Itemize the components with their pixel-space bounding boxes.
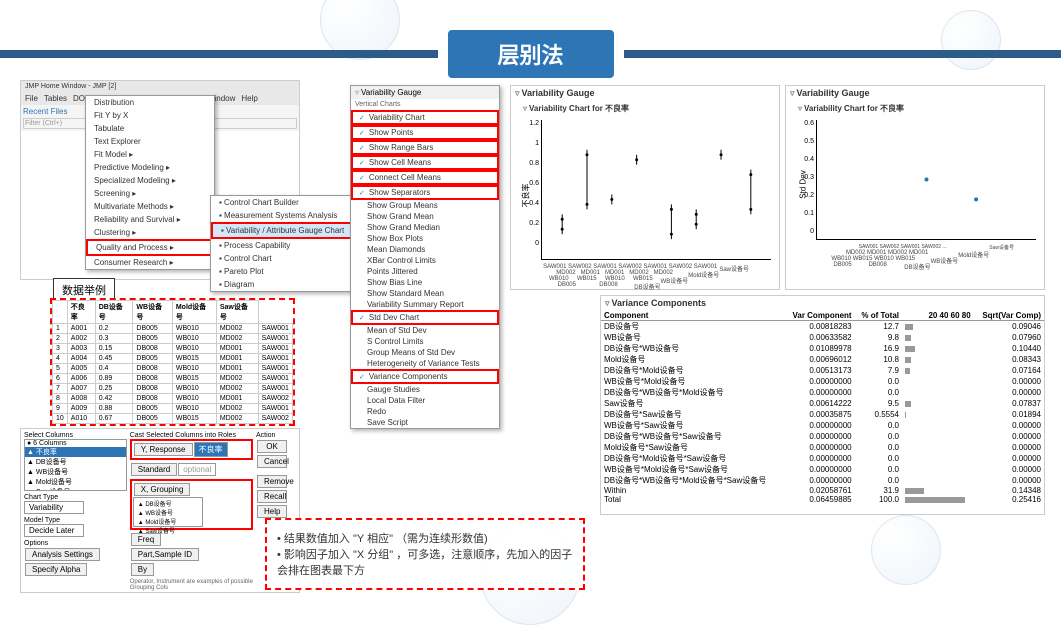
remove-button[interactable]: Remove bbox=[257, 475, 287, 488]
analyze-item[interactable]: Tabulate bbox=[86, 122, 214, 135]
variability-chart-2: ▿Variability Gauge ▿Variability Chart fo… bbox=[785, 85, 1045, 290]
operator-note: Operator, Instrument are examples of pos… bbox=[130, 579, 253, 591]
vg-option[interactable]: S Control Limits bbox=[351, 336, 499, 347]
quality-process-menu[interactable]: ▪ Control Chart Builder▪ Measurement Sys… bbox=[210, 195, 360, 292]
vg-option[interactable]: ✓Show Separators bbox=[351, 185, 499, 200]
dialog-panel: Select Columns ● 6 Columns▲ 不良率▲ DB设备号▲ … bbox=[20, 428, 300, 593]
menu-Tables[interactable]: Tables bbox=[44, 94, 67, 103]
qp-item[interactable]: ▪ Pareto Plot bbox=[211, 265, 359, 278]
model-type-label: Model Type bbox=[24, 517, 127, 524]
vg-option[interactable]: Show Box Plots bbox=[351, 233, 499, 244]
specify-alpha-button[interactable]: Specify Alpha bbox=[25, 563, 87, 576]
vg-option[interactable]: XBar Control Limits bbox=[351, 255, 499, 266]
qp-item[interactable]: ▪ Diagram bbox=[211, 278, 359, 291]
analyze-menu[interactable]: DistributionFit Y by XTabulateText Explo… bbox=[85, 95, 215, 270]
options-label: Options bbox=[24, 540, 127, 547]
part-sample-button[interactable]: Part,Sample ID bbox=[131, 548, 199, 561]
page-title: 层别法 bbox=[448, 30, 614, 78]
analyze-item[interactable]: Screening ▸ bbox=[86, 187, 214, 200]
vg-option[interactable]: Show Group Means bbox=[351, 200, 499, 211]
chart-type-select[interactable]: Variability bbox=[24, 501, 84, 514]
vg-menu-title: Variability Gauge bbox=[361, 88, 421, 97]
cancel-button[interactable]: Cancel bbox=[257, 455, 287, 468]
vg-option[interactable]: Show Standard Mean bbox=[351, 288, 499, 299]
menu-File[interactable]: File bbox=[25, 94, 38, 103]
y-response-value: 不良率 bbox=[194, 442, 228, 457]
vg-menu-sub: Vertical Charts bbox=[351, 99, 499, 110]
column-list[interactable]: ● 6 Columns▲ 不良率▲ DB设备号▲ WB设备号▲ Mold设备号▲… bbox=[24, 439, 127, 491]
x-grouping-button[interactable]: X, Grouping bbox=[134, 483, 191, 496]
chart-svg bbox=[542, 120, 771, 259]
vg-option[interactable]: ✓Connect Cell Means bbox=[351, 170, 499, 185]
analysis-settings-button[interactable]: Analysis Settings bbox=[25, 548, 100, 561]
qp-item[interactable]: ▪ Variability / Attribute Gauge Chart bbox=[211, 222, 359, 239]
window-title: JMP Home Window - JMP [2] bbox=[21, 81, 299, 92]
vg-option[interactable]: Heterogeneity of Variance Tests bbox=[351, 358, 499, 369]
variance-components: ▿Variance Components ComponentVar Compon… bbox=[600, 295, 1045, 515]
analyze-item[interactable]: Predictive Modeling ▸ bbox=[86, 161, 214, 174]
model-type-select[interactable]: Decide Later bbox=[24, 524, 84, 537]
analyze-item[interactable]: Text Explorer bbox=[86, 135, 214, 148]
by-button[interactable]: By bbox=[131, 563, 154, 576]
analyze-item[interactable]: Reliability and Survival ▸ bbox=[86, 213, 214, 226]
vg-option[interactable]: Mean of Std Dev bbox=[351, 325, 499, 336]
cast-title: Cast Selected Columns into Roles bbox=[130, 432, 253, 439]
vg-option[interactable]: Mean Diamonds bbox=[351, 244, 499, 255]
x-grouping-values: ▲ DB设备号▲ WB设备号▲ Mold设备号▲ Saw设备号 bbox=[133, 497, 203, 527]
vg-option[interactable]: ✓Variability Chart bbox=[351, 110, 499, 125]
analyze-item[interactable]: Quality and Process ▸ bbox=[86, 239, 214, 256]
qp-item[interactable]: ▪ Control Chart bbox=[211, 252, 359, 265]
vg-option[interactable]: Variability Summary Report bbox=[351, 299, 499, 310]
vg-option[interactable]: Show Grand Median bbox=[351, 222, 499, 233]
vg-option[interactable]: ✓Std Dev Chart bbox=[351, 310, 499, 325]
help-button[interactable]: Help bbox=[257, 505, 287, 518]
analyze-item[interactable]: Consumer Research ▸ bbox=[86, 256, 214, 269]
vg-option[interactable]: Group Means of Std Dev bbox=[351, 347, 499, 358]
chart-type-label: Chart Type bbox=[24, 494, 127, 501]
vg-option[interactable]: Redo bbox=[351, 406, 499, 417]
analyze-item[interactable]: Fit Y by X bbox=[86, 109, 214, 122]
title-bar: 层别法 bbox=[0, 30, 1061, 78]
variability-gauge-menu[interactable]: ▿Variability Gauge Vertical Charts ✓Vari… bbox=[350, 85, 500, 429]
analyze-item[interactable]: Fit Model ▸ bbox=[86, 148, 214, 161]
qp-item[interactable]: ▪ Process Capability bbox=[211, 239, 359, 252]
recall-button[interactable]: Recall bbox=[257, 490, 287, 503]
menu-Help[interactable]: Help bbox=[241, 94, 257, 103]
vg-option[interactable]: ✓Show Cell Means bbox=[351, 155, 499, 170]
qp-item[interactable]: ▪ Measurement Systems Analysis bbox=[211, 209, 359, 222]
analyze-item[interactable]: Multivariate Methods ▸ bbox=[86, 200, 214, 213]
vg-option[interactable]: Points Jittered bbox=[351, 266, 499, 277]
instruction-notes: • 结果数值加入 "Y 相应" （需为连续形数值) • 影响因子加入 "X 分组… bbox=[265, 518, 585, 590]
vg-option[interactable]: Save Script bbox=[351, 417, 499, 428]
vg-option[interactable]: Show Bias Line bbox=[351, 277, 499, 288]
select-columns-label: Select Columns bbox=[24, 432, 127, 439]
qp-item[interactable]: ▪ Control Chart Builder bbox=[211, 196, 359, 209]
standard-value: optional bbox=[178, 463, 216, 476]
freq-button[interactable]: Freq bbox=[131, 533, 161, 546]
analyze-item[interactable]: Distribution bbox=[86, 96, 214, 109]
variability-chart-1: ▿Variability Gauge ▿Variability Chart fo… bbox=[510, 85, 780, 290]
vg-option[interactable]: ✓Show Range Bars bbox=[351, 140, 499, 155]
standard-button[interactable]: Standard bbox=[131, 463, 177, 476]
y-response-button[interactable]: Y, Response bbox=[134, 443, 193, 456]
analyze-item[interactable]: Specialized Modeling ▸ bbox=[86, 174, 214, 187]
vg-option[interactable]: ✓Show Points bbox=[351, 125, 499, 140]
data-table: 不良率DB设备号WB设备号Mold设备号Saw设备号1A0010.2DB005W… bbox=[50, 298, 295, 426]
analyze-item[interactable]: Clustering ▸ bbox=[86, 226, 214, 239]
vg-option[interactable]: ✓Variance Components bbox=[351, 369, 499, 384]
ok-button[interactable]: OK bbox=[257, 440, 287, 453]
action-label: Action bbox=[256, 432, 296, 439]
vg-option[interactable]: Local Data Filter bbox=[351, 395, 499, 406]
vg-option[interactable]: Gauge Studies bbox=[351, 384, 499, 395]
vg-option[interactable]: Show Grand Mean bbox=[351, 211, 499, 222]
